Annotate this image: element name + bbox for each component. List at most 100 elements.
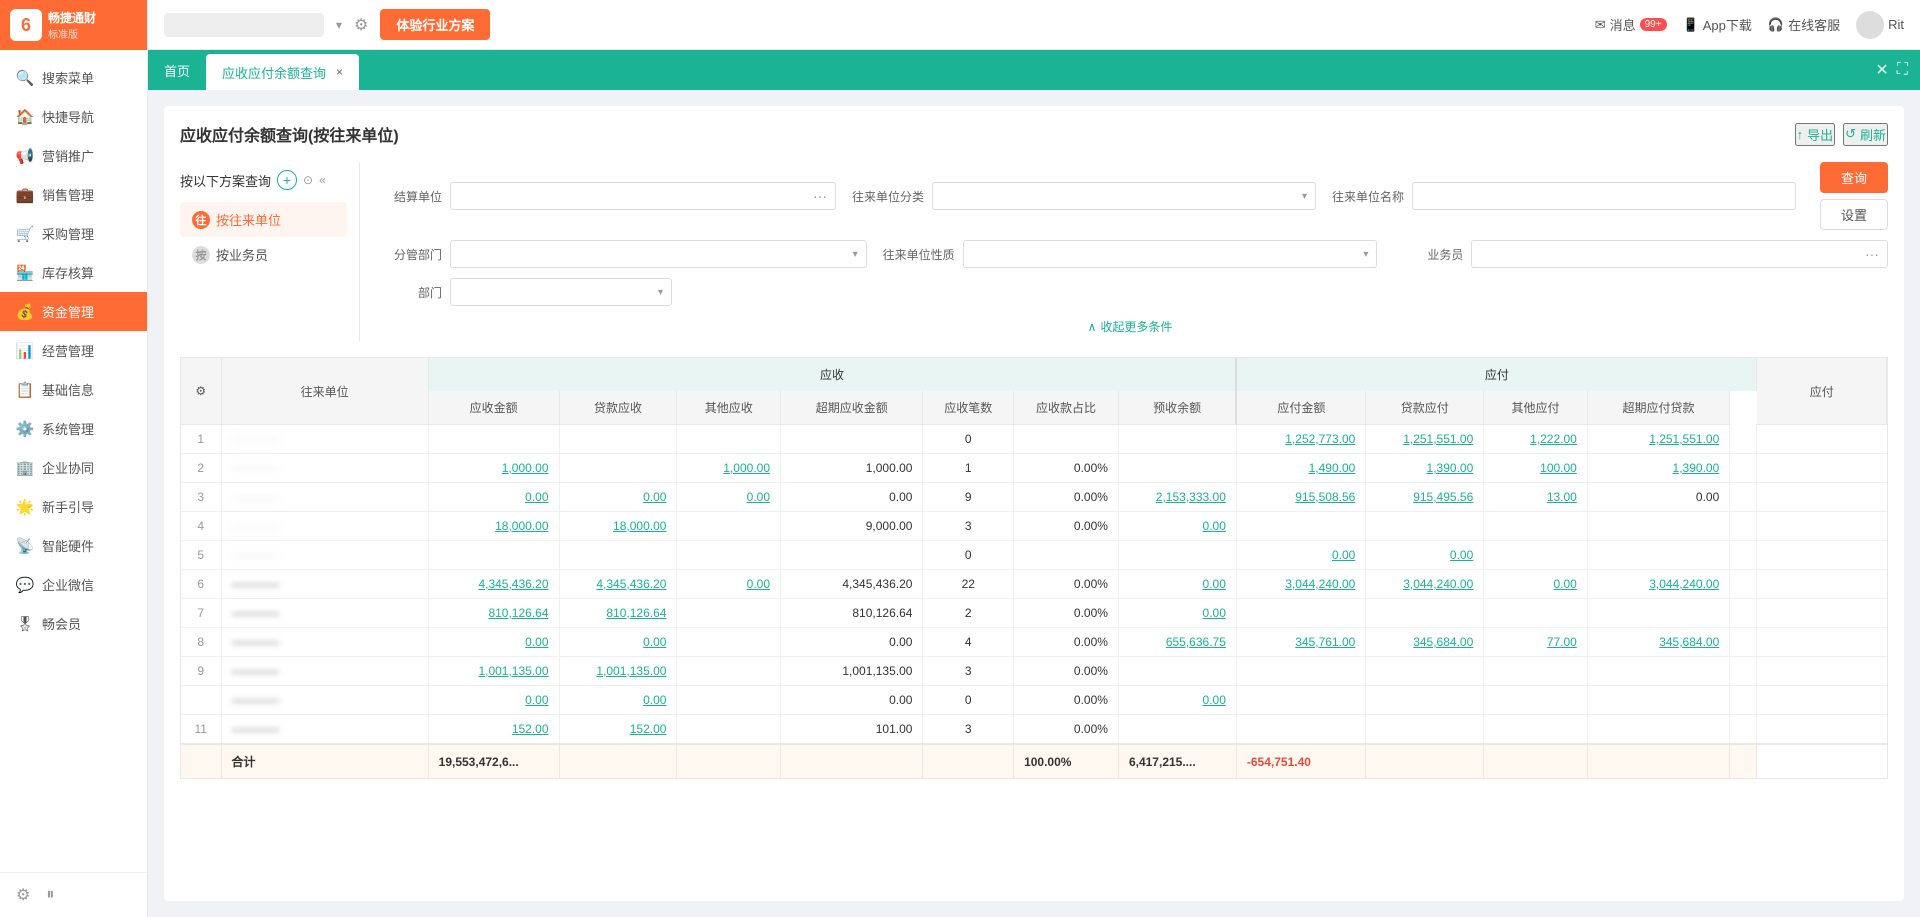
- refresh-button[interactable]: ↺ 刷新: [1843, 123, 1888, 146]
- sidebar-item-sales[interactable]: 💼 销售管理: [0, 175, 147, 214]
- overdue-pay-2[interactable]: 1,390.00: [1587, 454, 1729, 483]
- pay-amount-5[interactable]: 0.00: [1236, 541, 1365, 570]
- other-pay-2[interactable]: 100.00: [1484, 454, 1588, 483]
- logo-text-container: 畅捷通财 标准版: [48, 9, 96, 41]
- sidebar-item-management[interactable]: 📊 经营管理: [0, 331, 147, 370]
- other-recv-2[interactable]: 1,000.00: [677, 454, 781, 483]
- pay-amount-8[interactable]: 345,761.00: [1236, 628, 1365, 657]
- dept-manager-arrow: ▾: [853, 249, 858, 260]
- tab-close-btn[interactable]: ✕: [1875, 60, 1888, 80]
- sidebar-item-guide[interactable]: 🌟 新手引导: [0, 487, 147, 526]
- loan-pay-8[interactable]: 345,684.00: [1366, 628, 1484, 657]
- loan-recv-4[interactable]: 18,000.00: [559, 512, 677, 541]
- filter-settings-icon[interactable]: ⊙: [303, 173, 313, 187]
- loan-recv-1: [559, 425, 677, 454]
- loan-recv-3[interactable]: 0.00: [559, 483, 677, 512]
- online-service-button[interactable]: 🎧 在线客服: [1768, 15, 1840, 34]
- recv-amount-3[interactable]: 0.00: [428, 483, 559, 512]
- pay-amount-1[interactable]: 1,252,773.00: [1236, 425, 1365, 454]
- settings-button[interactable]: 设置: [1820, 199, 1888, 230]
- pay-amount-6[interactable]: 3,044,240.00: [1236, 570, 1365, 599]
- loan-pay-6[interactable]: 3,044,240.00: [1366, 570, 1484, 599]
- sidebar-item-quick-nav[interactable]: 🏠 快捷导航: [0, 97, 147, 136]
- loan-recv-7[interactable]: 810,126.64: [559, 599, 677, 628]
- overdue-pay-8[interactable]: 345,684.00: [1587, 628, 1729, 657]
- sidebar-item-finance[interactable]: 💰 资金管理: [0, 292, 147, 331]
- loan-recv-9[interactable]: 1,001,135.00: [559, 657, 677, 686]
- other-pay-6[interactable]: 0.00: [1484, 570, 1588, 599]
- partner-nature-input[interactable]: ▾: [963, 240, 1378, 268]
- filter-collapse-icon[interactable]: «: [319, 173, 326, 187]
- sidebar-item-inventory[interactable]: 🏪 库存核算: [0, 253, 147, 292]
- loan-pay-3[interactable]: 915,495.56: [1366, 483, 1484, 512]
- tab-close-icon[interactable]: ×: [336, 65, 343, 79]
- sidebar-item-purchase[interactable]: 🛒 采购管理: [0, 214, 147, 253]
- overdue-pay-1[interactable]: 1,251,551.00: [1587, 425, 1729, 454]
- tab-home[interactable]: 首页: [148, 50, 206, 90]
- loan-pay-2[interactable]: 1,390.00: [1366, 454, 1484, 483]
- collapse-button[interactable]: ∧ 收起更多条件: [372, 312, 1888, 341]
- settings-footer-icon[interactable]: ⚙: [16, 885, 30, 905]
- query-panel-item-salesperson[interactable]: 按 按业务员: [180, 237, 347, 272]
- app-download-button[interactable]: 📱 App下载: [1683, 15, 1752, 34]
- loan-pay-1[interactable]: 1,251,551.00: [1366, 425, 1484, 454]
- partner-category-input[interactable]: ▾: [932, 182, 1316, 210]
- messages-button[interactable]: ✉ 消息 99+: [1595, 15, 1667, 34]
- advance-bal-6[interactable]: 0.00: [1118, 570, 1236, 599]
- sidebar-item-vip[interactable]: 🎖 畅会员: [0, 604, 147, 643]
- overdue-pay-6[interactable]: 3,044,240.00: [1587, 570, 1729, 599]
- recv-amount-10[interactable]: 0.00: [428, 686, 559, 715]
- settlement-input[interactable]: ···: [450, 182, 836, 210]
- sidebar-item-weixin[interactable]: 💬 企业微信: [0, 565, 147, 604]
- dept-manager-input[interactable]: ▾: [450, 240, 867, 268]
- other-pay-8[interactable]: 77.00: [1484, 628, 1588, 657]
- salesperson-input[interactable]: ···: [1471, 240, 1888, 268]
- advance-bal-3[interactable]: 2,153,333.00: [1118, 483, 1236, 512]
- sidebar-item-basic-info[interactable]: 📋 基础信息: [0, 370, 147, 409]
- recv-amount-4[interactable]: 18,000.00: [428, 512, 559, 541]
- trial-button[interactable]: 体验行业方案: [380, 9, 490, 40]
- user-menu[interactable]: Rit: [1856, 11, 1904, 39]
- settings-col-header[interactable]: ⚙: [181, 358, 221, 425]
- sidebar-item-system[interactable]: ⚙️ 系统管理: [0, 409, 147, 448]
- recv-amount-7[interactable]: 810,126.64: [428, 599, 559, 628]
- sidebar-item-enterprise[interactable]: 🏢 企业协同: [0, 448, 147, 487]
- advance-bal-7[interactable]: 0.00: [1118, 599, 1236, 628]
- filter-add-button[interactable]: +: [277, 170, 297, 190]
- recv-amount-6[interactable]: 4,345,436.20: [428, 570, 559, 599]
- department-input[interactable]: ▾: [450, 278, 672, 306]
- loan-recv-11[interactable]: 152.00: [559, 715, 677, 745]
- header-gear-icon[interactable]: ⚙: [354, 15, 368, 35]
- other-pay-3[interactable]: 13.00: [1484, 483, 1588, 512]
- partner-name-input[interactable]: [1412, 182, 1796, 210]
- pay-amount-3[interactable]: 915,508.56: [1236, 483, 1365, 512]
- collapse-footer-icon[interactable]: ⏸: [46, 886, 54, 904]
- recv-amount-9[interactable]: 1,001,135.00: [428, 657, 559, 686]
- sidebar-label-quicknav: 快捷导航: [42, 107, 94, 126]
- sidebar-item-smart-hw[interactable]: 📡 智能硬件: [0, 526, 147, 565]
- recv-amount-8[interactable]: 0.00: [428, 628, 559, 657]
- filter-group-dept-manager: 分管部门 ▾: [372, 240, 867, 268]
- other-recv-3[interactable]: 0.00: [677, 483, 781, 512]
- query-button[interactable]: 查询: [1820, 162, 1888, 193]
- query-panel-item-partner[interactable]: 往 按往来单位: [180, 202, 347, 237]
- loan-recv-6[interactable]: 4,345,436.20: [559, 570, 677, 599]
- other-pay-1[interactable]: 1,222.00: [1484, 425, 1588, 454]
- tab-expand-btn[interactable]: ⛶: [1897, 61, 1908, 79]
- advance-bal-4[interactable]: 0.00: [1118, 512, 1236, 541]
- loan-recv-8[interactable]: 0.00: [559, 628, 677, 657]
- advance-bal-8[interactable]: 655,636.75: [1118, 628, 1236, 657]
- tab-active[interactable]: 应收应付余额查询 ×: [206, 54, 359, 90]
- loan-pay-5[interactable]: 0.00: [1366, 541, 1484, 570]
- recv-amount-11[interactable]: 152.00: [428, 715, 559, 745]
- partner-11: ————: [221, 715, 428, 745]
- export-button[interactable]: ↑ 导出: [1795, 123, 1836, 146]
- sidebar-item-search-menu[interactable]: 🔍 搜索菜单: [0, 58, 147, 97]
- other-recv-6[interactable]: 0.00: [677, 570, 781, 599]
- other-recv-7: [677, 599, 781, 628]
- loan-recv-10[interactable]: 0.00: [559, 686, 677, 715]
- recv-amount-2[interactable]: 1,000.00: [428, 454, 559, 483]
- advance-bal-10[interactable]: 0.00: [1118, 686, 1236, 715]
- sidebar-item-marketing[interactable]: 📢 营销推广: [0, 136, 147, 175]
- pay-amount-2[interactable]: 1,490.00: [1236, 454, 1365, 483]
